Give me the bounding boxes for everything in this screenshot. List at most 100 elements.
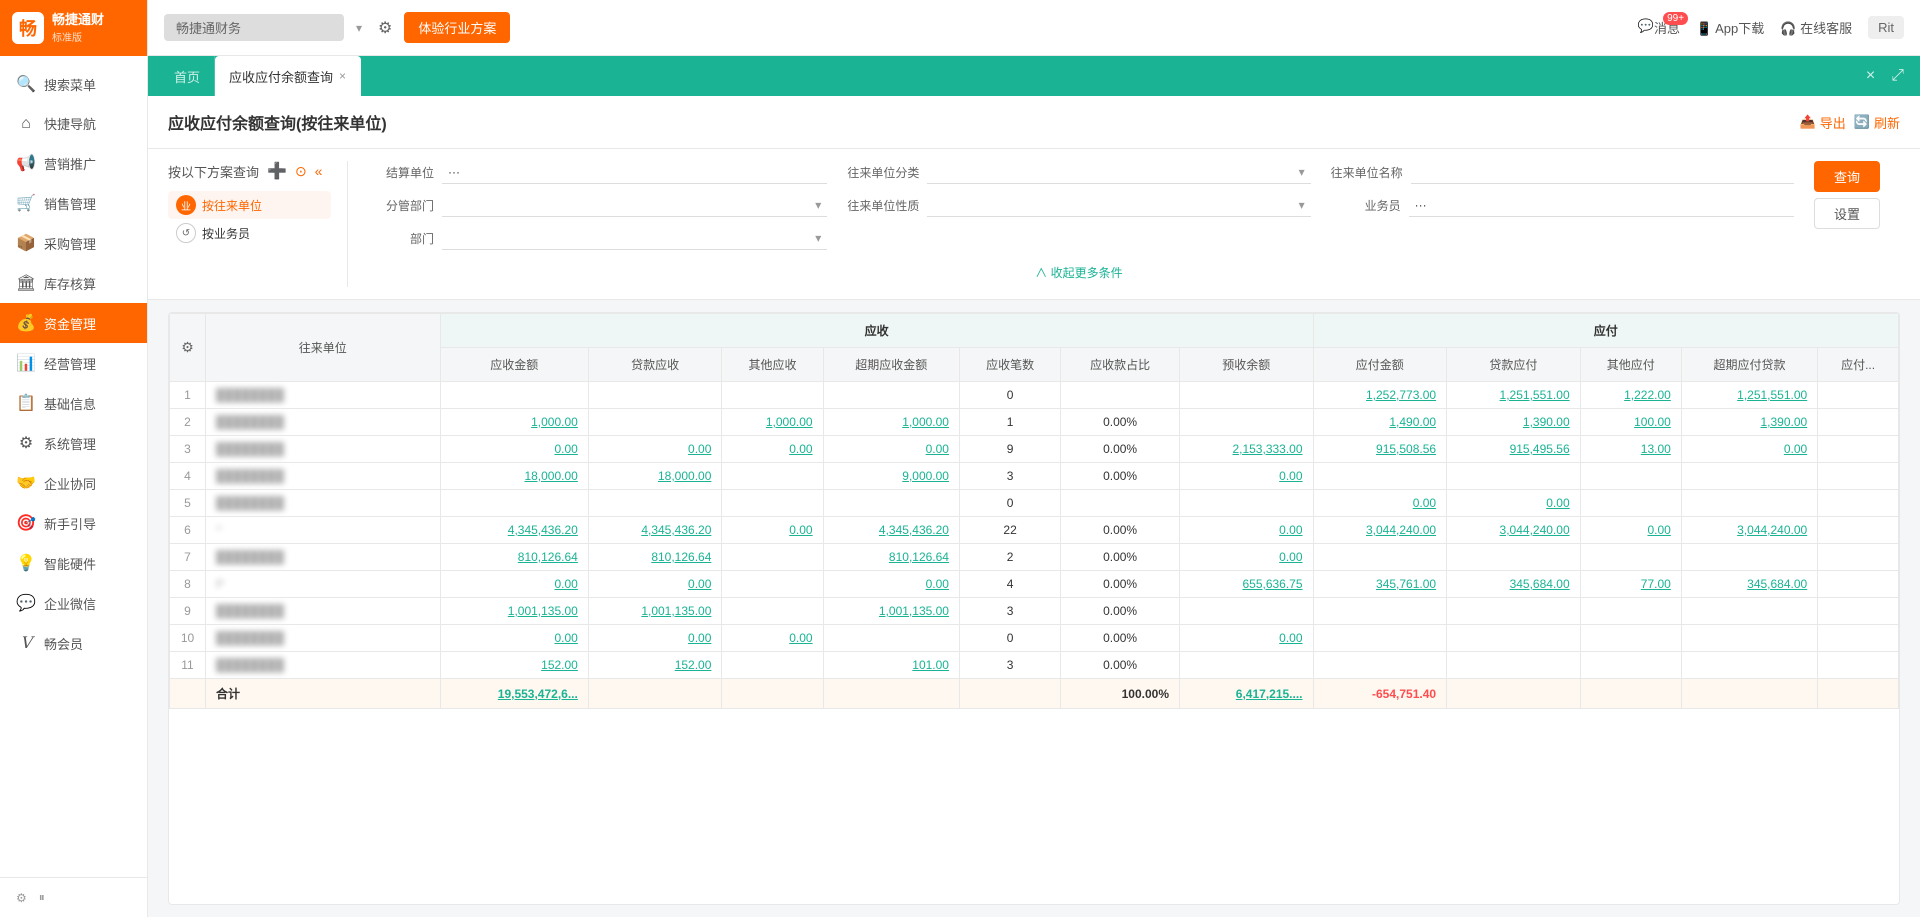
chevron-down-icon3: ▾ bbox=[1299, 198, 1305, 212]
salesman-input[interactable]: ··· bbox=[1409, 194, 1794, 217]
page-actions: 📤 导出 🔄 刷新 bbox=[1800, 113, 1900, 146]
logo-icon: 畅 bbox=[12, 12, 44, 44]
footer-label: 合计 bbox=[206, 679, 441, 709]
dropdown-arrow-icon[interactable]: ▾ bbox=[356, 21, 362, 35]
col-payable-more: 应付... bbox=[1818, 348, 1899, 382]
sidebar-item-wechat[interactable]: 💬 企业微信 bbox=[0, 583, 147, 623]
filter-settings-icon[interactable]: ⊙ bbox=[295, 163, 307, 180]
window-maximize-icon[interactable]: ⤢ bbox=[1887, 63, 1908, 89]
table-row: 9████████1,001,135.001,001,135.001,001,1… bbox=[170, 598, 1899, 625]
col-other-payable: 其他应付 bbox=[1580, 348, 1681, 382]
table-row: 5████████00.000.00 bbox=[170, 490, 1899, 517]
sidebar-item-finance[interactable]: 💰 资金管理 bbox=[0, 303, 147, 343]
table-row: 1████████01,252,773.001,251,551.001,222.… bbox=[170, 382, 1899, 409]
partner-name-input[interactable] bbox=[1411, 161, 1794, 184]
sidebar-item-system[interactable]: ⚙ 系统管理 bbox=[0, 423, 147, 463]
scheme-staff-icon: ↺ bbox=[176, 223, 196, 243]
logo-text: 畅捷通财 标准版 bbox=[52, 12, 104, 44]
topbar-right: 💬 消息 99+ 📱 App下载 🎧 在线客服 Rit bbox=[1638, 16, 1904, 39]
table-row: 7████████810,126.64810,126.64810,126.642… bbox=[170, 544, 1899, 571]
collapse-icon: ∧ bbox=[1035, 266, 1047, 280]
partner-name-cell: ████████ bbox=[206, 463, 441, 490]
sidebar-item-smart[interactable]: 💡 智能硬件 bbox=[0, 543, 147, 583]
partner-category-input[interactable]: ▾ bbox=[927, 161, 1310, 184]
sidebar-collapse-icon[interactable]: ⏸ bbox=[39, 890, 45, 905]
sidebar-menu: 🔍 搜索菜单 ⌂ 快捷导航 📢 营销推广 🛒 销售管理 📦 采购管理 🏛 库存核… bbox=[0, 56, 147, 877]
table-section: ⚙ 往来单位 应收 应付 应收金额 贷款应收 其他应收 超期应收金额 应收笔数 bbox=[148, 300, 1920, 917]
tabbar-actions: × ⤢ bbox=[1862, 63, 1908, 89]
main-area: 畅捷通财务 ▾ ⚙ 体验行业方案 💬 消息 99+ 📱 App下载 🎧 在线客服… bbox=[148, 0, 1920, 917]
footer-advance-balance: 6,417,215.... bbox=[1179, 679, 1313, 709]
query-buttons: 查询 设置 bbox=[1794, 161, 1900, 287]
page-content: 应收应付余额查询(按往来单位) 📤 导出 🔄 刷新 按以下方案查询 bbox=[148, 96, 1920, 917]
table-row: 3████████0.000.000.000.0090.00%2,153,333… bbox=[170, 436, 1899, 463]
table-wrapper[interactable]: ⚙ 往来单位 应收 应付 应收金额 贷款应收 其他应收 超期应收金额 应收笔数 bbox=[168, 312, 1900, 905]
partner-name-cell: ████████ bbox=[206, 409, 441, 436]
table-row: 6^4,345,436.204,345,436.200.004,345,436.… bbox=[170, 517, 1899, 544]
collapse-more-button[interactable]: ∧ 收起更多条件 bbox=[364, 258, 1794, 287]
sidebar-item-guide[interactable]: 🎯 新手引导 bbox=[0, 503, 147, 543]
dept-label: 部门 bbox=[364, 230, 434, 247]
refresh-button[interactable]: 🔄 刷新 bbox=[1854, 113, 1900, 132]
sidebar-item-operation[interactable]: 📊 经营管理 bbox=[0, 343, 147, 383]
sidebar-item-collab[interactable]: 🤝 企业协同 bbox=[0, 463, 147, 503]
dept-manage-input[interactable]: ▾ bbox=[442, 194, 827, 217]
sidebar-item-quick-nav[interactable]: ⌂ 快捷导航 bbox=[0, 104, 147, 143]
window-close-icon[interactable]: × bbox=[1862, 63, 1879, 89]
footer-payable-amount: -654,751.40 bbox=[1313, 679, 1447, 709]
sidebar-settings-icon[interactable]: ⚙ bbox=[16, 891, 27, 905]
filter-salesman: 业务员 ··· bbox=[1331, 194, 1794, 217]
online-service-link[interactable]: 🎧 在线客服 bbox=[1780, 18, 1852, 37]
system-icon: ⚙ bbox=[16, 433, 36, 453]
chevron-down-icon2: ▾ bbox=[815, 198, 821, 212]
query-button[interactable]: 查询 bbox=[1814, 161, 1880, 192]
partner-name-cell: ████████ bbox=[206, 652, 441, 679]
sidebar-item-search[interactable]: 🔍 搜索菜单 bbox=[0, 64, 147, 104]
filter-dept-manage: 分管部门 ▾ bbox=[364, 194, 827, 217]
sales-icon: 🛒 bbox=[16, 193, 36, 213]
table-row: 11████████152.00152.00101.0030.00% bbox=[170, 652, 1899, 679]
filter-add-icon[interactable]: ➕ bbox=[267, 161, 287, 181]
col-other-receivable: 其他应收 bbox=[722, 348, 823, 382]
messages-badge[interactable]: 💬 消息 99+ bbox=[1638, 18, 1680, 37]
topbar-gear-icon[interactable]: ⚙ bbox=[378, 18, 392, 38]
partner-nature-input[interactable]: ▾ bbox=[927, 194, 1310, 217]
tab-home[interactable]: 首页 bbox=[160, 56, 215, 96]
sidebar-item-member[interactable]: Ⅴ 畅会员 bbox=[0, 623, 147, 663]
col-receivable-amount: 应收金额 bbox=[440, 348, 588, 382]
solution-button[interactable]: 体验行业方案 bbox=[404, 12, 510, 43]
member-icon: Ⅴ bbox=[16, 633, 36, 653]
partner-name-cell: ████████ bbox=[206, 544, 441, 571]
scheme-by-staff[interactable]: ↺ 按业务员 bbox=[168, 219, 331, 247]
user-avatar[interactable]: Rit bbox=[1868, 16, 1904, 39]
sidebar-item-basic[interactable]: 📋 基础信息 bbox=[0, 383, 147, 423]
col-receivable-count: 应收笔数 bbox=[959, 348, 1060, 382]
settlement-unit-input[interactable]: ··· bbox=[442, 161, 827, 184]
tab-close-icon[interactable]: × bbox=[339, 69, 346, 83]
filter-partner-name: 往来单位名称 bbox=[1331, 161, 1794, 184]
export-button[interactable]: 📤 导出 bbox=[1800, 113, 1846, 132]
sidebar-item-marketing[interactable]: 📢 营销推广 bbox=[0, 143, 147, 183]
table-gear-icon[interactable]: ⚙ bbox=[181, 339, 194, 355]
sidebar-item-sales[interactable]: 🛒 销售管理 bbox=[0, 183, 147, 223]
marketing-icon: 📢 bbox=[16, 153, 36, 173]
topbar-brand: 畅捷通财务 bbox=[164, 14, 344, 41]
dept-input[interactable]: ▾ bbox=[442, 227, 827, 250]
topbar: 畅捷通财务 ▾ ⚙ 体验行业方案 💬 消息 99+ 📱 App下载 🎧 在线客服… bbox=[148, 0, 1920, 56]
col-overdue-receivable: 超期应收金额 bbox=[823, 348, 959, 382]
sidebar-item-inventory[interactable]: 🏛 库存核算 bbox=[0, 263, 147, 303]
tab-receivable-payable[interactable]: 应收应付余额查询 × bbox=[215, 56, 361, 96]
filter-area: 按以下方案查询 ➕ ⊙ « 业 按往来单位 ↺ 按业务员 bbox=[148, 149, 1920, 300]
scheme-by-vendor[interactable]: 业 按往来单位 bbox=[168, 191, 331, 219]
app-download-link[interactable]: 📱 App下载 bbox=[1696, 18, 1764, 37]
search-icon: 🔍 bbox=[16, 74, 36, 94]
partner-category-label: 往来单位分类 bbox=[847, 164, 919, 181]
sidebar-item-purchase[interactable]: 📦 采购管理 bbox=[0, 223, 147, 263]
partner-name-cell: ████████ bbox=[206, 382, 441, 409]
table-row: 4████████18,000.0018,000.009,000.0030.00… bbox=[170, 463, 1899, 490]
scheme-vendor-icon: 业 bbox=[176, 195, 196, 215]
filter-collapse-icon[interactable]: « bbox=[315, 163, 323, 179]
sidebar-logo: 畅 畅捷通财 标准版 bbox=[0, 0, 147, 56]
home-icon: ⌂ bbox=[16, 115, 36, 133]
setting-button[interactable]: 设置 bbox=[1814, 198, 1880, 229]
